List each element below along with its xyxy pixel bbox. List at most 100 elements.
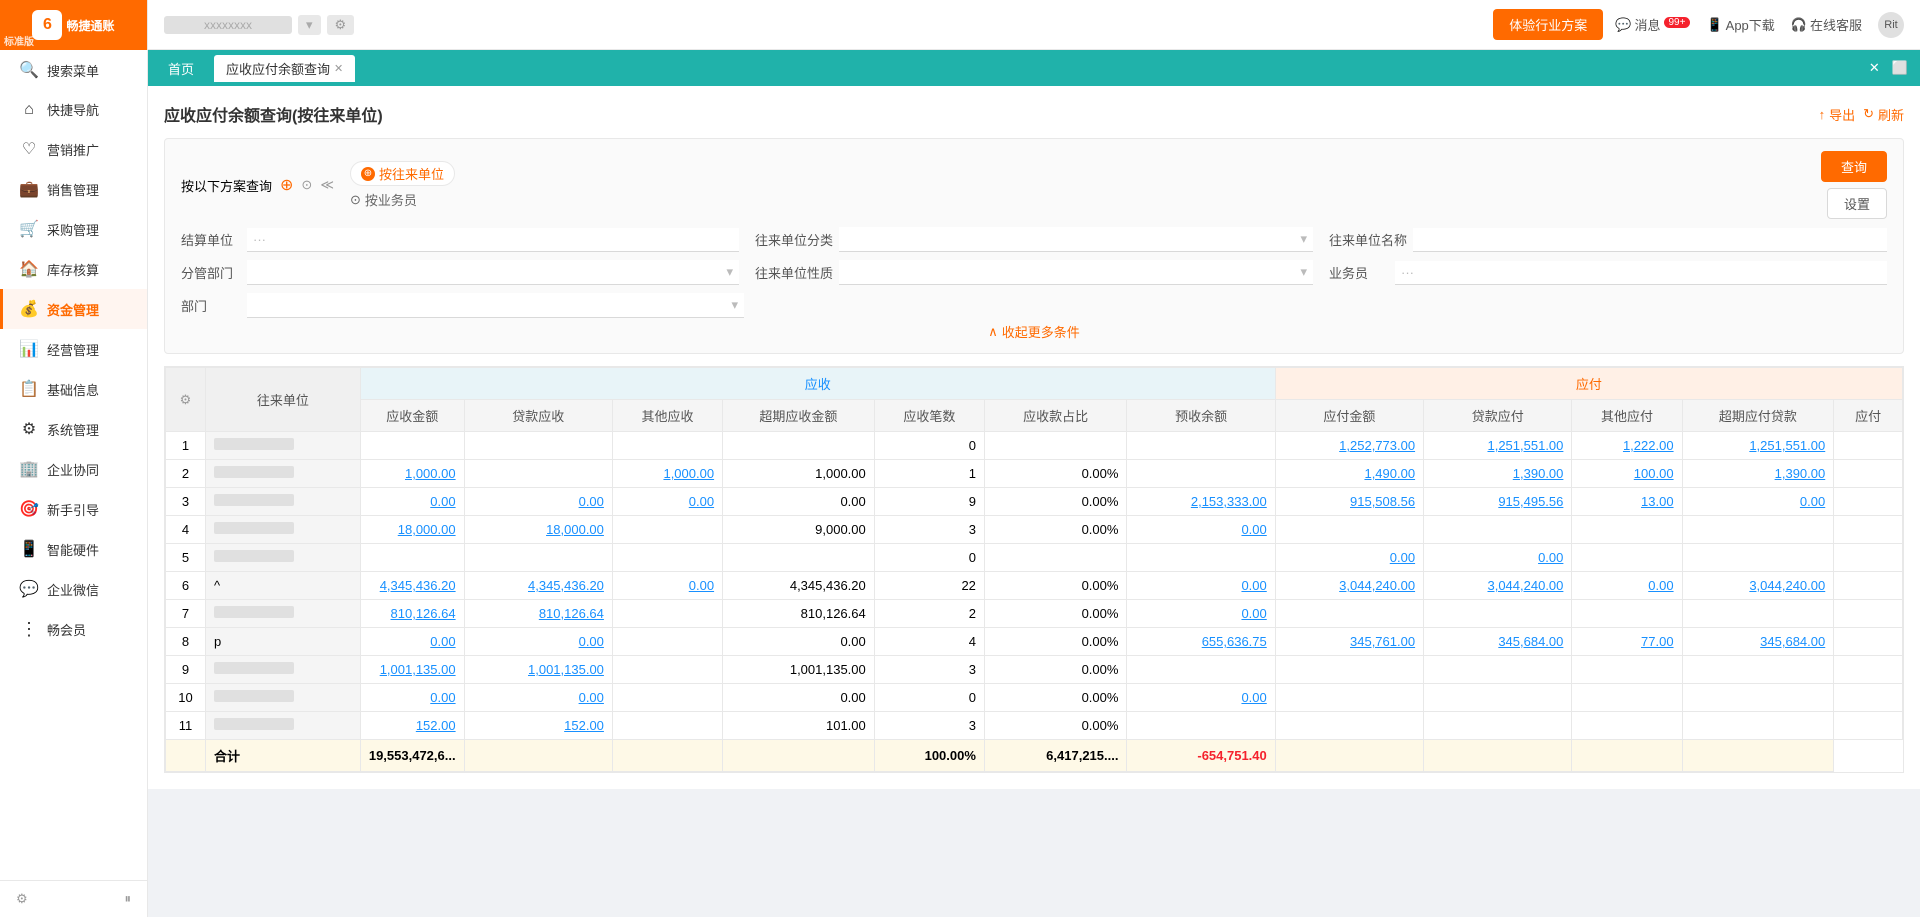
query-btn[interactable]: 查询 — [1821, 151, 1887, 182]
sidebar-item-member[interactable]: ⋮ 畅会员 — [0, 609, 147, 650]
cell-ar-prepay: 0.00 — [1127, 572, 1275, 600]
page-content: 应收应付余额查询(按往来单位) ↑ 导出 ↻ 刷新 按以下方案查询 ⊕ — [148, 86, 1920, 917]
tab-ar-query[interactable]: 应收应付余额查询 ✕ — [214, 55, 355, 82]
cell-ar-other: 1,000.00 — [612, 460, 722, 488]
cell-ar-overdue: 0.00 — [723, 488, 875, 516]
cell-ap-loan: 0.00 — [1424, 544, 1572, 572]
sidebar-label-guide: 新手引导 — [47, 500, 99, 519]
tab-maximize[interactable]: ⬜ — [1892, 60, 1908, 76]
collapse-label: 收起更多条件 — [1002, 322, 1080, 341]
sidebar-settings-icon[interactable]: ⚙ — [16, 891, 28, 907]
user-avatar[interactable]: Rit — [1878, 12, 1904, 38]
sidebar-item-corp[interactable]: 🏢 企业协同 — [0, 449, 147, 489]
sidebar-collapse-icon[interactable]: ⏸ — [125, 891, 132, 907]
table-row: 11152.00152.00101.0030.00% — [166, 712, 1903, 740]
cell-ar-overdue: 0.00 — [723, 628, 875, 656]
cell-ap-amount — [1275, 712, 1423, 740]
filter-partner-cat-select[interactable]: ▾ — [839, 227, 1313, 252]
cell-ap-overdue: 345,684.00 — [1682, 628, 1834, 656]
sidebar-item-guide[interactable]: 🎯 新手引导 — [0, 489, 147, 529]
tab-ar-label: 应收应付余额查询 — [226, 59, 330, 78]
col-ar-other: 其他应收 — [612, 400, 722, 432]
sidebar-label-marketing: 营销推广 — [47, 140, 99, 159]
filter-item-dept: 分管部门 ▾ — [181, 260, 739, 285]
sidebar-item-quick[interactable]: ⌂ 快捷导航 — [0, 90, 147, 129]
cell-ar-amount — [360, 544, 464, 572]
refresh-btn[interactable]: ↻ 刷新 — [1863, 105, 1904, 124]
filter-label-salesman: 业务员 — [1329, 263, 1389, 282]
filter-group1-tag[interactable]: ⊕ 按往来单位 — [350, 161, 455, 186]
table-row: 21,000.001,000.001,000.0010.00%1,490.001… — [166, 460, 1903, 488]
sidebar-item-search[interactable]: 🔍 搜索菜单 — [0, 50, 147, 90]
cell-ap-tail — [1834, 544, 1903, 572]
sidebar-label-corp: 企业协同 — [47, 460, 99, 479]
sidebar-label-basic: 基础信息 — [47, 380, 99, 399]
collapse-btn[interactable]: ∧ 收起更多条件 — [181, 322, 1887, 341]
cell-ar-loan: 152.00 — [464, 712, 612, 740]
filter-actions: 查询 设置 — [1807, 151, 1887, 219]
tab-home-label: 首页 — [168, 59, 194, 78]
table-row: 91,001,135.001,001,135.001,001,135.0030.… — [166, 656, 1903, 684]
sidebar-item-basic[interactable]: 📋 基础信息 — [0, 369, 147, 409]
cell-ap-tail — [1834, 628, 1903, 656]
cell-ar-loan: 4,345,436.20 — [464, 572, 612, 600]
cell-ar-count: 3 — [874, 656, 984, 684]
filter-header: 按以下方案查询 ⊕ ⊙ ≪ ⊕ 按往来单位 ⊙ 按业务员 — [181, 151, 1887, 219]
filter-partner-name-input[interactable] — [1413, 228, 1887, 252]
sidebar-item-sales[interactable]: 💼 销售管理 — [0, 169, 147, 209]
footer-empty3 — [612, 740, 722, 772]
notification-area[interactable]: 💬 消息 99+ — [1615, 15, 1690, 34]
cell-ar-overdue: 1,000.00 — [723, 460, 875, 488]
sidebar-item-wechat[interactable]: 💬 企业微信 — [0, 569, 147, 609]
download-area[interactable]: 📱 App下载 — [1706, 15, 1774, 34]
tab-home[interactable]: 首页 — [156, 55, 206, 82]
cell-ar-ratio: 0.00% — [984, 684, 1127, 712]
sidebar-item-inventory[interactable]: 🏠 库存核算 — [0, 249, 147, 289]
cell-ap-loan — [1424, 712, 1572, 740]
cell-ap-overdue: 1,251,551.00 — [1682, 432, 1834, 460]
sidebar-item-system[interactable]: ⚙ 系统管理 — [0, 409, 147, 449]
cell-ap-amount: 1,252,773.00 — [1275, 432, 1423, 460]
cell-ar-loan: 1,001,135.00 — [464, 656, 612, 684]
cell-ar-other: 0.00 — [612, 488, 722, 516]
setting-btn[interactable]: 设置 — [1827, 188, 1887, 219]
footer-ar-prepay: 6,417,215.... — [984, 740, 1127, 772]
cell-ar-amount: 810,126.64 — [360, 600, 464, 628]
cell-ar-count: 0 — [874, 432, 984, 460]
cell-no: 4 — [166, 516, 206, 544]
cell-ar-overdue — [723, 432, 875, 460]
filter-group2-icon: ⊙ — [350, 192, 361, 208]
filter-partner-nature-select[interactable]: ▾ — [839, 260, 1313, 285]
filter-settings-icon[interactable]: ⊙ — [301, 177, 312, 193]
filter-add-btn[interactable]: ⊕ — [280, 175, 293, 195]
topnav-gear-icon[interactable]: ⚙ — [327, 15, 355, 35]
service-area[interactable]: 🎧 在线客服 — [1791, 15, 1862, 34]
sidebar-item-hardware[interactable]: 📱 智能硬件 — [0, 529, 147, 569]
filter-salesman-select[interactable]: ··· — [1395, 261, 1887, 285]
cell-ar-amount: 0.00 — [360, 488, 464, 516]
cell-ap-tail — [1834, 600, 1903, 628]
cell-ap-amount — [1275, 656, 1423, 684]
trial-btn[interactable]: 体验行业方案 — [1493, 9, 1603, 40]
sidebar-item-purchase[interactable]: 🛒 采购管理 — [0, 209, 147, 249]
cell-ap-loan — [1424, 516, 1572, 544]
filter-dept-select[interactable]: ▾ — [247, 260, 739, 285]
cell-ap-other: 0.00 — [1572, 572, 1682, 600]
filter-settlement-select[interactable]: ··· — [247, 228, 739, 252]
sidebar-label-quick: 快捷导航 — [47, 100, 99, 119]
sidebar-item-operation[interactable]: 📊 经营管理 — [0, 329, 147, 369]
sidebar-item-fund[interactable]: 💰 资金管理 — [0, 289, 147, 329]
table-row: 7810,126.64810,126.64810,126.6420.00%0.0… — [166, 600, 1903, 628]
marketing-icon: ♡ — [19, 139, 39, 159]
filter-collapse-left[interactable]: ≪ — [320, 177, 334, 193]
tab-close-icon[interactable]: ✕ — [334, 62, 343, 75]
export-btn[interactable]: ↑ 导出 — [1819, 105, 1856, 124]
tab-window-close[interactable]: ✕ — [1869, 60, 1880, 76]
col-settings[interactable]: ⚙ — [166, 368, 206, 432]
filter-group2-tag[interactable]: ⊙ 按业务员 — [350, 190, 455, 209]
filter-sub-dept-select[interactable]: ▾ — [247, 293, 744, 318]
filter-label-dept: 分管部门 — [181, 263, 241, 282]
sidebar-item-marketing[interactable]: ♡ 营销推广 — [0, 129, 147, 169]
cell-ap-loan — [1424, 600, 1572, 628]
col-ar-count: 应收笔数 — [874, 400, 984, 432]
